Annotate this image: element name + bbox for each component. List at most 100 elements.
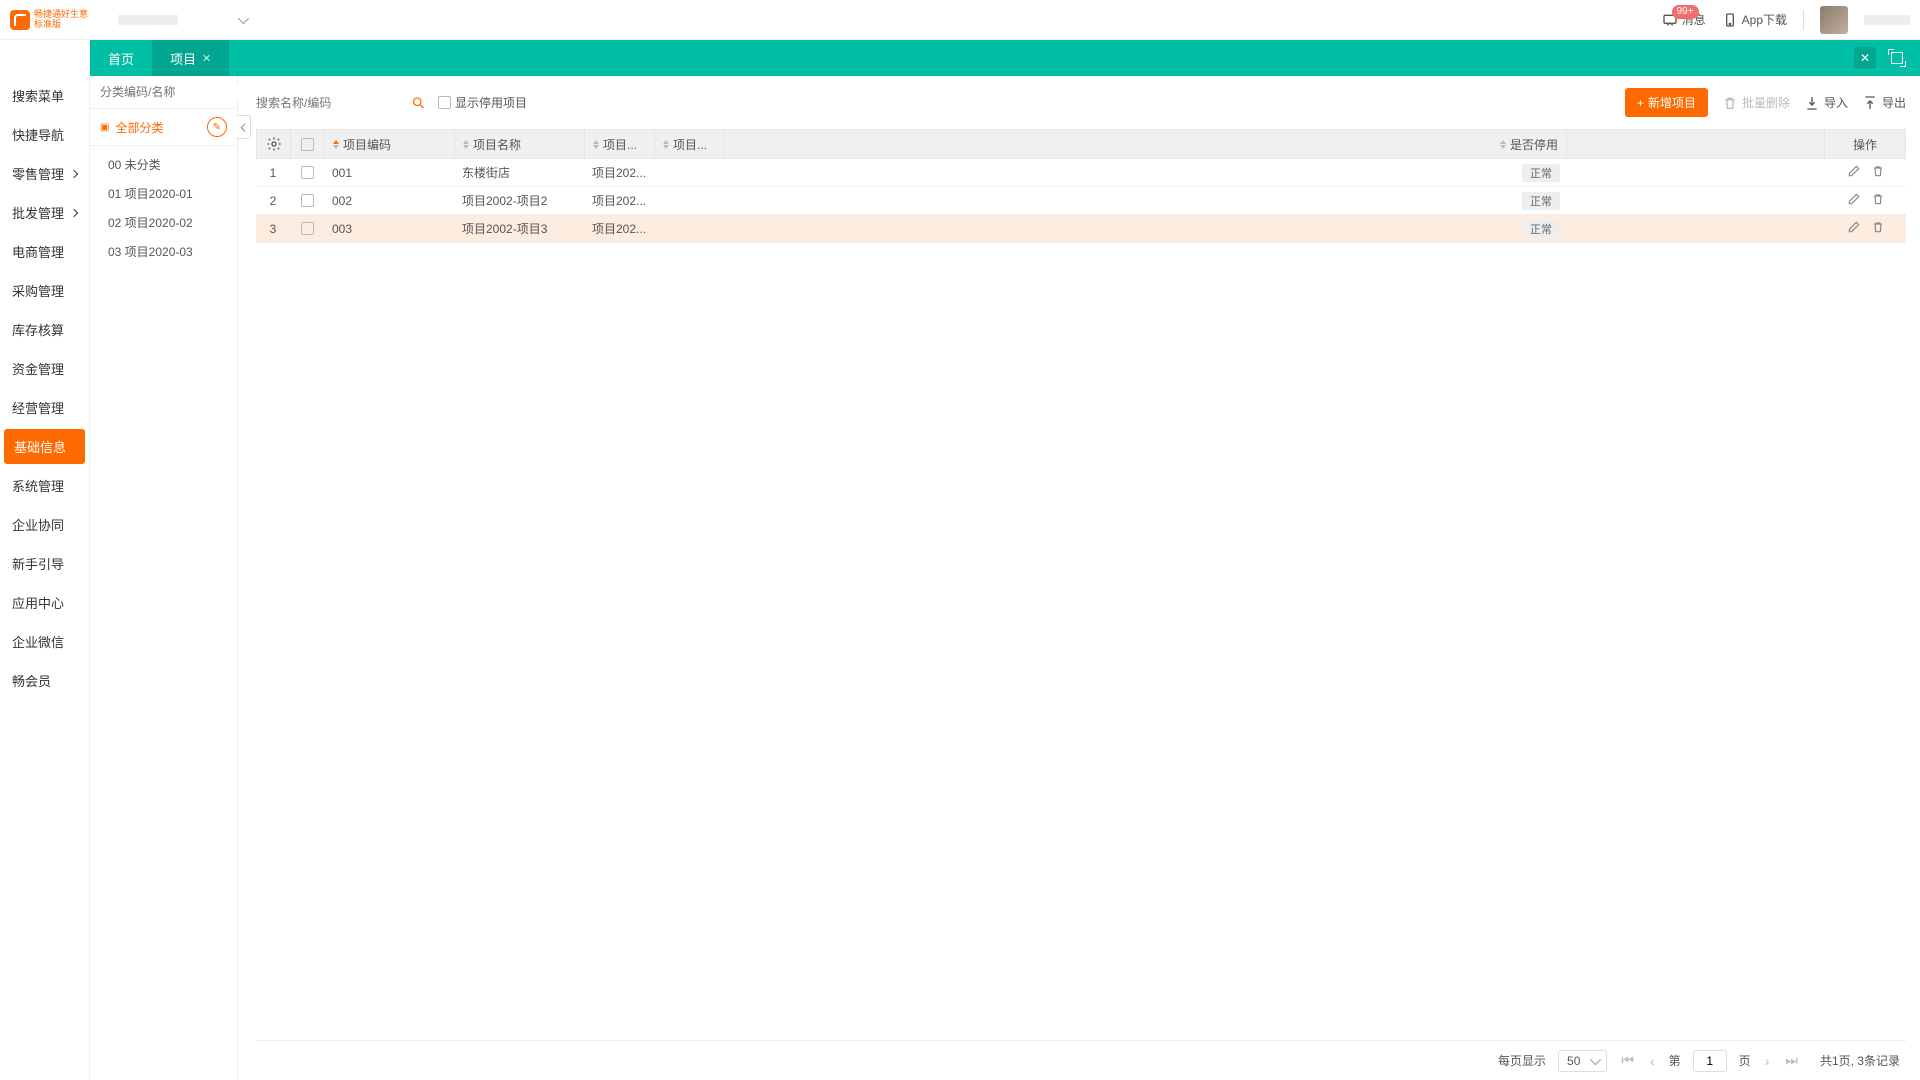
cell-c4: 项目202... (584, 192, 654, 209)
table-body: 1001东楼街店项目202...正常2002项目2002-项目2项目202...… (256, 159, 1906, 1040)
th-c4[interactable]: 项目... (585, 130, 655, 158)
sidebar-item-label: 应用中心 (12, 593, 64, 612)
delete-button[interactable] (1871, 164, 1885, 181)
sidebar-item-5[interactable]: 采购管理 (0, 271, 89, 310)
search-input[interactable] (256, 91, 411, 115)
category-list: 00 未分类01 项目2020-0102 项目2020-0203 项目2020-… (90, 146, 237, 270)
sidebar-item-11[interactable]: 企业协同 (0, 505, 89, 544)
fullscreen-button[interactable] (1886, 47, 1908, 69)
category-search-input[interactable] (100, 85, 255, 99)
tabs-close-all-button[interactable]: ✕ (1854, 47, 1876, 69)
tab-project[interactable]: 项目 ✕ (152, 40, 229, 76)
sidebar-item-7[interactable]: 资金管理 (0, 349, 89, 388)
th-spacer (1567, 130, 1825, 158)
sidebar-item-13[interactable]: 应用中心 (0, 583, 89, 622)
row-index: 2 (256, 194, 290, 208)
messages-button[interactable]: 消息 99+ (1662, 11, 1706, 28)
sidebar-item-15[interactable]: 畅会员 (0, 661, 89, 700)
row-checkbox[interactable] (290, 194, 324, 207)
category-item-2[interactable]: 02 项目2020-02 (90, 208, 237, 237)
chevron-right-icon (70, 169, 78, 177)
toolbar: 显示停用项目 + 新增项目 批量删除 导入 (256, 76, 1906, 129)
sidebar-item-8[interactable]: 经营管理 (0, 388, 89, 427)
close-icon[interactable]: ✕ (202, 52, 211, 65)
pagination: 每页显示 50 ⏮ ‹ 第 页 › ⏭ 共1页, 3条记录 (256, 1040, 1906, 1080)
sidebar-item-9[interactable]: 基础信息 (4, 429, 85, 464)
page-input[interactable] (1693, 1050, 1727, 1072)
sidebar-item-0[interactable]: 搜索菜单 (0, 76, 89, 115)
edit-button[interactable] (1847, 220, 1861, 237)
table-row[interactable]: 1001东楼街店项目202...正常 (256, 159, 1906, 187)
tabstrip: 首页 项目 ✕ ✕ (0, 40, 1920, 76)
tab-home-label: 首页 (108, 49, 134, 68)
export-button[interactable]: 导出 (1862, 94, 1906, 111)
sort-icon (463, 140, 469, 149)
sidebar-item-4[interactable]: 电商管理 (0, 232, 89, 271)
column-settings-button[interactable] (257, 130, 291, 158)
table-row[interactable]: 3003项目2002-项目3项目202...正常 (256, 215, 1906, 243)
row-checkbox[interactable] (290, 166, 324, 179)
app-download-button[interactable]: App下载 (1722, 11, 1787, 28)
sidebar-item-label: 库存核算 (12, 320, 64, 339)
th-c5[interactable]: 项目... (655, 130, 725, 158)
page-last-button[interactable]: ⏭ (1783, 1052, 1800, 1069)
sidebar-item-3[interactable]: 批发管理 (0, 193, 89, 232)
category-item-1[interactable]: 01 项目2020-01 (90, 179, 237, 208)
cell-code: 003 (324, 222, 454, 236)
show-disabled-label: 显示停用项目 (455, 94, 527, 111)
sidebar-item-2[interactable]: 零售管理 (0, 154, 89, 193)
import-button[interactable]: 导入 (1804, 94, 1848, 111)
checkbox-icon (438, 96, 451, 109)
category-header[interactable]: ▣ 全部分类 ✎ (90, 109, 237, 146)
page-suffix: 页 (1739, 1052, 1751, 1069)
delete-button[interactable] (1871, 192, 1885, 209)
category-panel: ▣ 全部分类 ✎ 00 未分类01 项目2020-0102 项目2020-020… (90, 76, 238, 1080)
tab-home[interactable]: 首页 (90, 40, 152, 76)
page-first-button[interactable]: ⏮ (1619, 1052, 1636, 1069)
row-checkbox[interactable] (290, 222, 324, 235)
row-actions (1826, 192, 1906, 209)
edit-button[interactable] (1847, 192, 1861, 209)
sidebar-item-label: 新手引导 (12, 554, 64, 573)
tab-project-label: 项目 (170, 49, 196, 68)
th-code[interactable]: 项目编码 (325, 130, 455, 158)
add-label: 新增项目 (1648, 94, 1696, 111)
trash-icon (1722, 95, 1738, 111)
delete-button[interactable] (1871, 220, 1885, 237)
th-status[interactable]: 是否停用 (725, 130, 1567, 158)
import-icon (1804, 95, 1820, 111)
select-all-checkbox[interactable] (291, 130, 325, 158)
org-selector[interactable] (108, 11, 256, 29)
page-next-button[interactable]: › (1763, 1053, 1772, 1069)
category-edit-button[interactable]: ✎ (207, 117, 227, 137)
search-icon[interactable] (411, 95, 426, 111)
sidebar-item-14[interactable]: 企业微信 (0, 622, 89, 661)
add-project-button[interactable]: + 新增项目 (1625, 88, 1708, 117)
th-name[interactable]: 项目名称 (455, 130, 585, 158)
chevron-down-icon (238, 12, 249, 23)
sidebar-item-label: 批发管理 (12, 203, 64, 222)
show-disabled-checkbox[interactable]: 显示停用项目 (438, 94, 527, 111)
download-label: App下载 (1742, 11, 1787, 28)
sort-icon (593, 140, 599, 149)
cell-name: 东楼街店 (454, 164, 584, 181)
table-header: 项目编码 项目名称 项目... 项目... 是否停用 操作 (256, 129, 1906, 159)
sidebar-item-6[interactable]: 库存核算 (0, 310, 89, 349)
sidebar-item-10[interactable]: 系统管理 (0, 466, 89, 505)
sidebar-item-12[interactable]: 新手引导 (0, 544, 89, 583)
page-summary: 共1页, 3条记录 (1820, 1052, 1900, 1069)
sidebar-item-1[interactable]: 快捷导航 (0, 115, 89, 154)
avatar[interactable] (1820, 6, 1848, 34)
category-item-3[interactable]: 03 项目2020-03 (90, 237, 237, 266)
per-page-select[interactable]: 50 (1558, 1050, 1607, 1072)
edit-button[interactable] (1847, 164, 1861, 181)
category-search (90, 76, 237, 109)
cell-status: 正常 (724, 164, 1568, 182)
panel-collapse-button[interactable] (237, 115, 251, 139)
table-row[interactable]: 2002项目2002-项目2项目202...正常 (256, 187, 1906, 215)
category-item-0[interactable]: 00 未分类 (90, 150, 237, 179)
page-prev-button[interactable]: ‹ (1648, 1053, 1657, 1069)
cell-c4: 项目202... (584, 220, 654, 237)
batch-delete-button[interactable]: 批量删除 (1722, 94, 1790, 111)
per-page-value: 50 (1567, 1054, 1580, 1068)
